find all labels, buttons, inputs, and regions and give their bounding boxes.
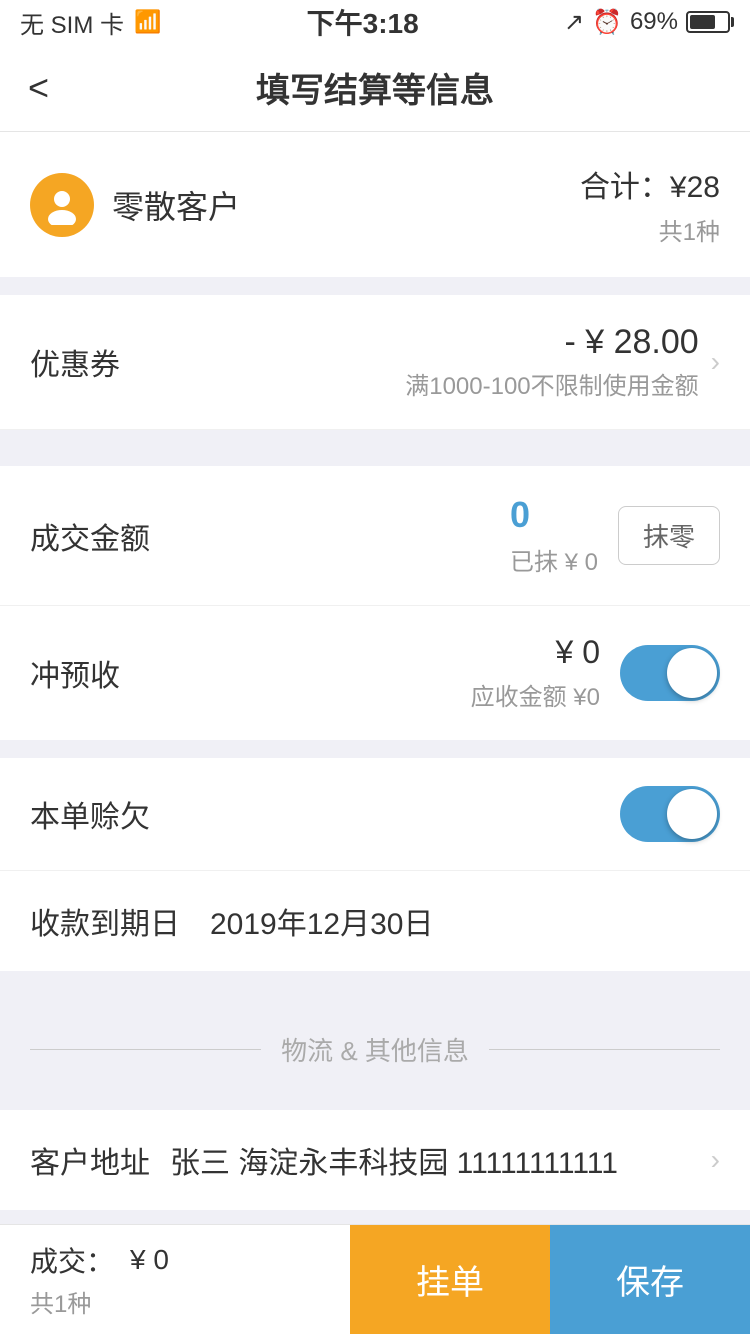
erase-button[interactable]: 抹零 bbox=[618, 506, 720, 565]
wifi-icon: 📶 bbox=[134, 9, 161, 35]
advance-toggle[interactable] bbox=[620, 645, 720, 701]
location-icon: ↗ bbox=[564, 8, 584, 37]
address-label: 客户地址 bbox=[30, 1138, 150, 1182]
advance-label: 冲预收 bbox=[30, 651, 120, 695]
due-date-value: 2019年12月30日 bbox=[210, 899, 433, 943]
customer-row: 零散客户 合计：¥28 共1种 bbox=[0, 132, 750, 277]
customer-card: 零散客户 合计：¥28 共1种 bbox=[0, 132, 750, 277]
debt-label: 本单赊欠 bbox=[30, 792, 150, 836]
nav-bar: < 填写结算等信息 bbox=[0, 44, 750, 132]
customer-name: 零散客户 bbox=[112, 182, 240, 228]
toggle-knob bbox=[667, 648, 717, 698]
logistics-divider: 物流 & 其他信息 bbox=[30, 1031, 720, 1068]
hold-button[interactable]: 挂单 bbox=[350, 1225, 550, 1334]
total-count: 共1种 bbox=[580, 212, 720, 247]
coupon-info: - ¥ 28.00 满1000-100不限制使用金额 bbox=[405, 323, 698, 401]
debt-toggle-knob bbox=[667, 789, 717, 839]
deal-amount: ¥ 0 bbox=[130, 1244, 169, 1276]
receivable-text: 应收金额 ¥0 bbox=[471, 677, 600, 712]
back-button[interactable]: < bbox=[28, 67, 49, 109]
advance-amount-group: ¥ 0 应收金额 ¥0 bbox=[471, 634, 600, 712]
debt-toggle[interactable] bbox=[620, 786, 720, 842]
debt-row: 本单赊欠 bbox=[0, 758, 750, 870]
page-title: 填写结算等信息 bbox=[256, 63, 494, 112]
separator-2 bbox=[0, 740, 750, 758]
bottom-deal: 成交： ¥ 0 bbox=[30, 1240, 320, 1280]
customer-info: 零散客户 bbox=[30, 173, 240, 237]
logistics-label: 物流 & 其他信息 bbox=[281, 1031, 469, 1068]
separator-1 bbox=[0, 448, 750, 466]
bottom-bar: 成交： ¥ 0 共1种 挂单 保存 bbox=[0, 1224, 750, 1334]
logistics-section: 物流 & 其他信息 bbox=[0, 1007, 750, 1092]
bottom-count: 共1种 bbox=[30, 1284, 320, 1319]
customer-total: 合计：¥28 共1种 bbox=[580, 162, 720, 247]
status-right: ↗ ⏰ 69% bbox=[564, 8, 730, 37]
separator-3 bbox=[0, 989, 750, 1007]
coupon-card: 优惠券 - ¥ 28.00 满1000-100不限制使用金额 › bbox=[0, 295, 750, 430]
status-left: 无 SIM 卡 📶 bbox=[20, 5, 161, 40]
total-amount: 合计：¥28 bbox=[580, 162, 720, 206]
transaction-right: 0 已抹 ¥ 0 抹零 bbox=[510, 494, 720, 577]
deal-label: 成交： bbox=[30, 1240, 114, 1280]
transaction-value: 0 bbox=[510, 494, 598, 536]
coupon-discount: - ¥ 28.00 bbox=[405, 323, 698, 362]
transaction-row: 成交金额 0 已抹 ¥ 0 抹零 bbox=[0, 466, 750, 606]
advance-amount: ¥ 0 bbox=[471, 634, 600, 671]
erased-text: 已抹 ¥ 0 bbox=[510, 542, 598, 577]
coupon-description: 满1000-100不限制使用金额 bbox=[405, 366, 698, 401]
coupon-row[interactable]: 优惠券 - ¥ 28.00 满1000-100不限制使用金额 › bbox=[0, 295, 750, 430]
address-row[interactable]: 客户地址 张三 海淀永丰科技园 11111111111 › bbox=[0, 1110, 750, 1210]
chevron-right-icon: › bbox=[711, 346, 720, 378]
carrier-label: 无 SIM 卡 bbox=[20, 5, 124, 40]
alarm-icon: ⏰ bbox=[592, 8, 622, 37]
save-button[interactable]: 保存 bbox=[550, 1225, 750, 1334]
battery-icon bbox=[686, 11, 730, 33]
coupon-label: 优惠券 bbox=[30, 340, 120, 384]
due-date-label: 收款到期日 bbox=[30, 899, 180, 943]
due-date-row: 收款到期日 2019年12月30日 bbox=[0, 870, 750, 971]
transaction-value-group: 0 已抹 ¥ 0 bbox=[510, 494, 598, 577]
battery-percent: 69% bbox=[630, 8, 678, 36]
battery-fill bbox=[690, 15, 715, 29]
transaction-section: 成交金额 0 已抹 ¥ 0 抹零 冲预收 ¥ 0 应收金额 ¥0 bbox=[0, 466, 750, 740]
separator-4 bbox=[0, 1092, 750, 1110]
coupon-right: - ¥ 28.00 满1000-100不限制使用金额 › bbox=[405, 323, 720, 401]
status-time: 下午3:18 bbox=[307, 2, 419, 42]
avatar bbox=[30, 173, 94, 237]
address-chevron-icon: › bbox=[711, 1144, 720, 1176]
address-value: 张三 海淀永丰科技园 11111111111 bbox=[170, 1138, 711, 1182]
advance-row: 冲预收 ¥ 0 应收金额 ¥0 bbox=[0, 606, 750, 740]
transaction-label: 成交金额 bbox=[30, 514, 150, 558]
advance-right: ¥ 0 应收金额 ¥0 bbox=[471, 634, 720, 712]
debt-card: 本单赊欠 收款到期日 2019年12月30日 bbox=[0, 758, 750, 971]
content-area: 零散客户 合计：¥28 共1种 优惠券 - ¥ 28.00 满1000-100不… bbox=[0, 132, 750, 1330]
user-icon bbox=[42, 185, 82, 225]
bottom-summary: 成交： ¥ 0 共1种 bbox=[0, 1240, 350, 1319]
status-bar: 无 SIM 卡 📶 下午3:18 ↗ ⏰ 69% bbox=[0, 0, 750, 44]
